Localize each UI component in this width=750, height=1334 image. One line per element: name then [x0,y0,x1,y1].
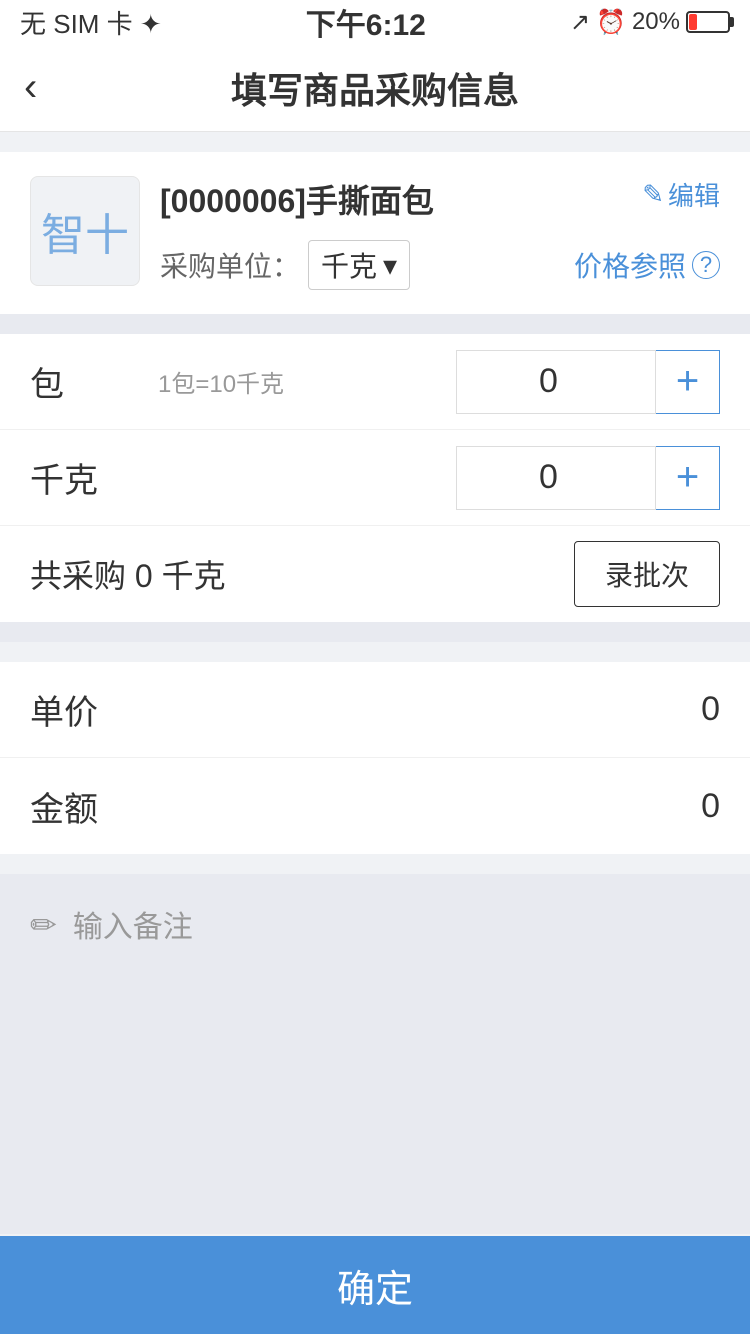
product-thumb-text: 智十 [41,199,129,263]
unit-price-value: 0 [701,690,720,729]
total-row: 共采购 0 千克 录批次 [0,526,750,622]
bag-input-row: 包 1包=10千克 + [0,334,750,430]
kg-label: 千克 [30,453,150,502]
battery-icon [686,11,730,33]
pencil-icon: ✏ [30,906,57,944]
bag-sublabel: 1包=10千克 [158,364,456,399]
product-thumbnail: 智十 [30,176,140,286]
product-info: [0000006]手撕面包 ✎ 编辑 采购单位： 千克 ▾ 价格参照 ? [160,176,720,290]
status-right: ↗ ⏰ 20% [570,8,730,37]
nav-bar: ‹ 填写商品采购信息 [0,44,750,132]
bag-quantity-input[interactable] [456,350,656,414]
unit-label: 采购单位： [160,245,300,285]
status-time: 下午6:12 [306,0,426,44]
edit-label: 编辑 [668,176,720,213]
edit-icon: ✎ [642,179,664,210]
unit-price-row: 单价 0 [0,662,750,758]
edit-button[interactable]: ✎ 编辑 [642,176,720,213]
chevron-down-icon: ▾ [383,249,397,282]
bag-plus-button[interactable]: + [656,350,720,414]
note-section[interactable]: ✏ 输入备注 [0,874,750,1234]
price-ref-label: 价格参照 [574,245,686,285]
amount-label: 金额 [30,782,98,831]
section-divider-1 [0,314,750,334]
product-name-row: [0000006]手撕面包 ✎ 编辑 [160,176,720,222]
note-input-placeholder: 输入备注 [73,902,193,946]
battery-percent: 20% [632,8,680,36]
kg-input-right: + [456,446,720,510]
total-label: 共采购 0 千克 [30,551,226,597]
alarm-icon: ⏰ [596,8,626,37]
amount-value: 0 [701,787,720,826]
back-button[interactable]: ‹ [24,65,37,110]
confirm-button[interactable]: 确定 [0,1236,750,1334]
bag-input-right: + [456,350,720,414]
kg-plus-button[interactable]: + [656,446,720,510]
kg-quantity-input[interactable] [456,446,656,510]
location-icon: ↗ [570,8,590,37]
product-card: 智十 [0000006]手撕面包 ✎ 编辑 采购单位： 千克 ▾ 价格参照 ? [0,152,750,314]
record-batch-button[interactable]: 录批次 [574,541,720,607]
unit-value: 千克 [321,245,377,285]
help-icon: ? [692,251,720,279]
unit-price-label: 单价 [30,685,98,734]
sim-label: 无 SIM 卡 ✦ [20,4,162,41]
bag-label: 包 [30,357,150,406]
unit-select[interactable]: 千克 ▾ [308,240,410,290]
status-bar: 无 SIM 卡 ✦ 下午6:12 ↗ ⏰ 20% [0,0,750,44]
amount-row: 金额 0 [0,758,750,854]
product-name: [0000006]手撕面包 [160,176,434,222]
section-divider-2 [0,622,750,642]
price-section: 单价 0 金额 0 [0,662,750,854]
kg-input-row: 千克 + [0,430,750,526]
status-left: 无 SIM 卡 ✦ [20,4,162,41]
page-title: 填写商品采购信息 [231,62,519,114]
price-ref-button[interactable]: 价格参照 ? [574,245,720,285]
input-section: 包 1包=10千克 + 千克 + [0,334,750,526]
product-unit-row: 采购单位： 千克 ▾ 价格参照 ? [160,240,720,290]
